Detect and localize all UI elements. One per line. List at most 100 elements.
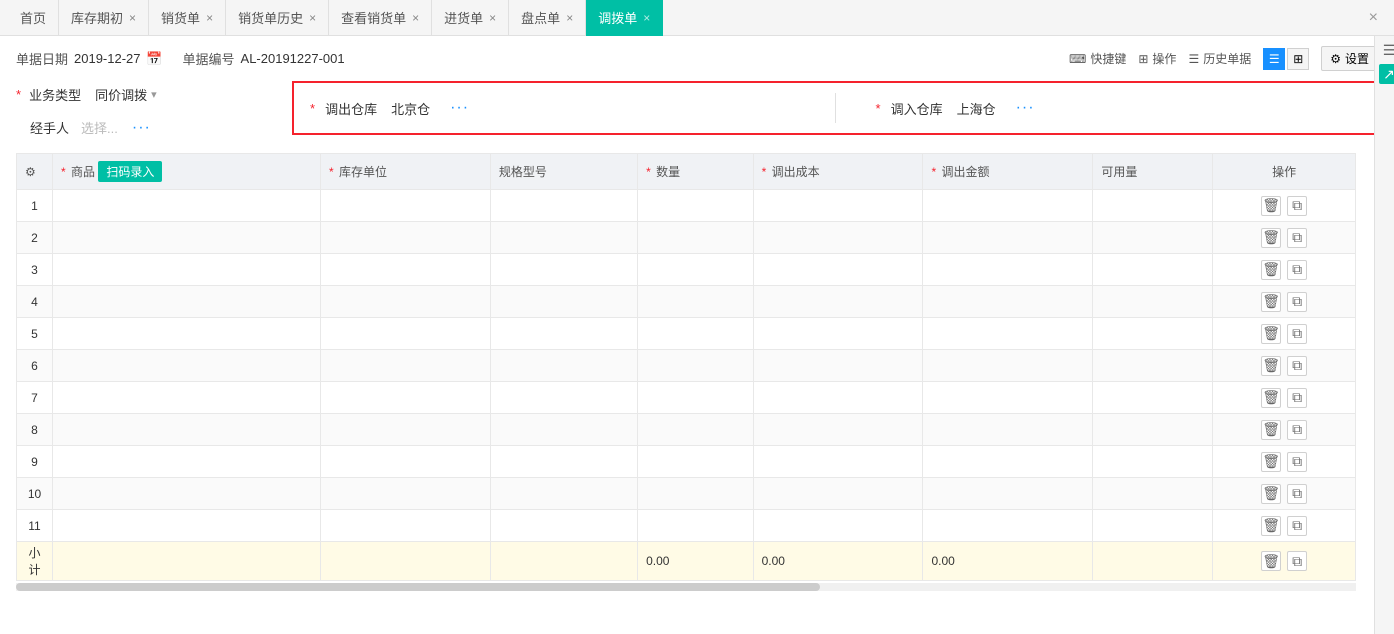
row-5-product[interactable]	[53, 318, 321, 350]
tab-sales-history[interactable]: 销货单历史 ×	[226, 0, 329, 36]
row-1-unit[interactable]	[321, 190, 491, 222]
row-7-cost[interactable]	[753, 382, 923, 414]
copy-btn-4[interactable]: ⧉	[1287, 292, 1307, 312]
scrollbar-thumb[interactable]	[16, 583, 820, 591]
row-6-cost[interactable]	[753, 350, 923, 382]
row-6-amount[interactable]	[923, 350, 1093, 382]
row-4-available[interactable]	[1093, 286, 1213, 318]
delete-btn-3[interactable]: 🗑	[1261, 260, 1281, 280]
row-11-unit[interactable]	[321, 510, 491, 542]
sidebar-list-icon[interactable]: ☰	[1379, 40, 1394, 60]
row-10-product[interactable]	[53, 478, 321, 510]
tab-transfer-order[interactable]: 调拨单 ×	[586, 0, 663, 36]
copy-btn-10[interactable]: ⧉	[1287, 484, 1307, 504]
row-4-spec[interactable]	[490, 286, 637, 318]
history-action[interactable]: ☰ 历史单据	[1188, 50, 1251, 67]
tab-sales-order[interactable]: 销货单 ×	[149, 0, 226, 36]
row-9-product[interactable]	[53, 446, 321, 478]
row-2-product[interactable]	[53, 222, 321, 254]
subtotal-delete-btn[interactable]: 🗑	[1261, 551, 1281, 571]
copy-btn-11[interactable]: ⧉	[1287, 516, 1307, 536]
row-9-amount[interactable]	[923, 446, 1093, 478]
tab-purchase-order[interactable]: 进货单 ×	[432, 0, 509, 36]
delete-btn-6[interactable]: 🗑	[1261, 356, 1281, 376]
transfer-in-more-btn[interactable]: ···	[1016, 99, 1035, 117]
row-9-qty[interactable]	[638, 446, 754, 478]
row-5-spec[interactable]	[490, 318, 637, 350]
delete-btn-10[interactable]: 🗑	[1261, 484, 1281, 504]
row-10-amount[interactable]	[923, 478, 1093, 510]
copy-btn-9[interactable]: ⧉	[1287, 452, 1307, 472]
tab-inventory-count-close[interactable]: ×	[566, 11, 573, 25]
tab-transfer-order-close[interactable]: ×	[643, 11, 650, 25]
calendar-icon[interactable]: 📅	[147, 51, 163, 67]
copy-btn-1[interactable]: ⧉	[1287, 196, 1307, 216]
copy-btn-2[interactable]: ⧉	[1287, 228, 1307, 248]
row-6-spec[interactable]	[490, 350, 637, 382]
row-7-product[interactable]	[53, 382, 321, 414]
row-10-available[interactable]	[1093, 478, 1213, 510]
tab-inventory-init-close[interactable]: ×	[129, 11, 136, 25]
row-8-product[interactable]	[53, 414, 321, 446]
row-1-spec[interactable]	[490, 190, 637, 222]
row-11-product[interactable]	[53, 510, 321, 542]
row-8-spec[interactable]	[490, 414, 637, 446]
delete-btn-2[interactable]: 🗑	[1261, 228, 1281, 248]
row-3-spec[interactable]	[490, 254, 637, 286]
person-more-btn[interactable]: ···	[132, 119, 151, 137]
row-5-amount[interactable]	[923, 318, 1093, 350]
sidebar-export-icon[interactable]: ↗	[1379, 64, 1394, 84]
tab-view-sales[interactable]: 查看销货单 ×	[329, 0, 432, 36]
tab-home[interactable]: 首页	[8, 0, 59, 36]
business-type-dropdown[interactable]: 同价调拨 ▾	[87, 81, 165, 108]
row-6-unit[interactable]	[321, 350, 491, 382]
row-4-product[interactable]	[53, 286, 321, 318]
tab-sales-history-close[interactable]: ×	[309, 11, 316, 25]
tab-view-sales-close[interactable]: ×	[412, 11, 419, 25]
row-8-available[interactable]	[1093, 414, 1213, 446]
row-4-unit[interactable]	[321, 286, 491, 318]
row-11-cost[interactable]	[753, 510, 923, 542]
row-11-qty[interactable]	[638, 510, 754, 542]
row-11-available[interactable]	[1093, 510, 1213, 542]
row-6-product[interactable]	[53, 350, 321, 382]
row-8-unit[interactable]	[321, 414, 491, 446]
col-gear[interactable]: ⚙	[17, 154, 53, 190]
operation-action[interactable]: ⊞ 操作	[1138, 50, 1176, 67]
row-4-qty[interactable]	[638, 286, 754, 318]
row-1-amount[interactable]	[923, 190, 1093, 222]
row-1-available[interactable]	[1093, 190, 1213, 222]
row-5-cost[interactable]	[753, 318, 923, 350]
delete-btn-7[interactable]: 🗑	[1261, 388, 1281, 408]
delete-btn-4[interactable]: 🗑	[1261, 292, 1281, 312]
tab-sales-order-close[interactable]: ×	[206, 11, 213, 25]
date-value[interactable]: 2019-12-27	[74, 51, 141, 66]
row-10-cost[interactable]	[753, 478, 923, 510]
row-3-amount[interactable]	[923, 254, 1093, 286]
layout-btn-1[interactable]: ☰	[1263, 48, 1285, 70]
row-2-amount[interactable]	[923, 222, 1093, 254]
row-1-product[interactable]	[53, 190, 321, 222]
row-3-available[interactable]	[1093, 254, 1213, 286]
row-4-cost[interactable]	[753, 286, 923, 318]
shortcut-action[interactable]: ⌨ 快捷键	[1069, 50, 1126, 67]
row-7-unit[interactable]	[321, 382, 491, 414]
row-5-qty[interactable]	[638, 318, 754, 350]
row-9-cost[interactable]	[753, 446, 923, 478]
row-2-available[interactable]	[1093, 222, 1213, 254]
row-4-amount[interactable]	[923, 286, 1093, 318]
row-9-available[interactable]	[1093, 446, 1213, 478]
row-8-amount[interactable]	[923, 414, 1093, 446]
horizontal-scrollbar[interactable]	[16, 583, 1356, 591]
row-2-unit[interactable]	[321, 222, 491, 254]
row-8-qty[interactable]	[638, 414, 754, 446]
transfer-out-more-btn[interactable]: ···	[450, 99, 469, 117]
row-10-qty[interactable]	[638, 478, 754, 510]
delete-btn-8[interactable]: 🗑	[1261, 420, 1281, 440]
tab-inventory-init[interactable]: 库存期初 ×	[59, 0, 149, 36]
row-7-spec[interactable]	[490, 382, 637, 414]
row-2-spec[interactable]	[490, 222, 637, 254]
row-8-cost[interactable]	[753, 414, 923, 446]
row-9-spec[interactable]	[490, 446, 637, 478]
row-3-product[interactable]	[53, 254, 321, 286]
